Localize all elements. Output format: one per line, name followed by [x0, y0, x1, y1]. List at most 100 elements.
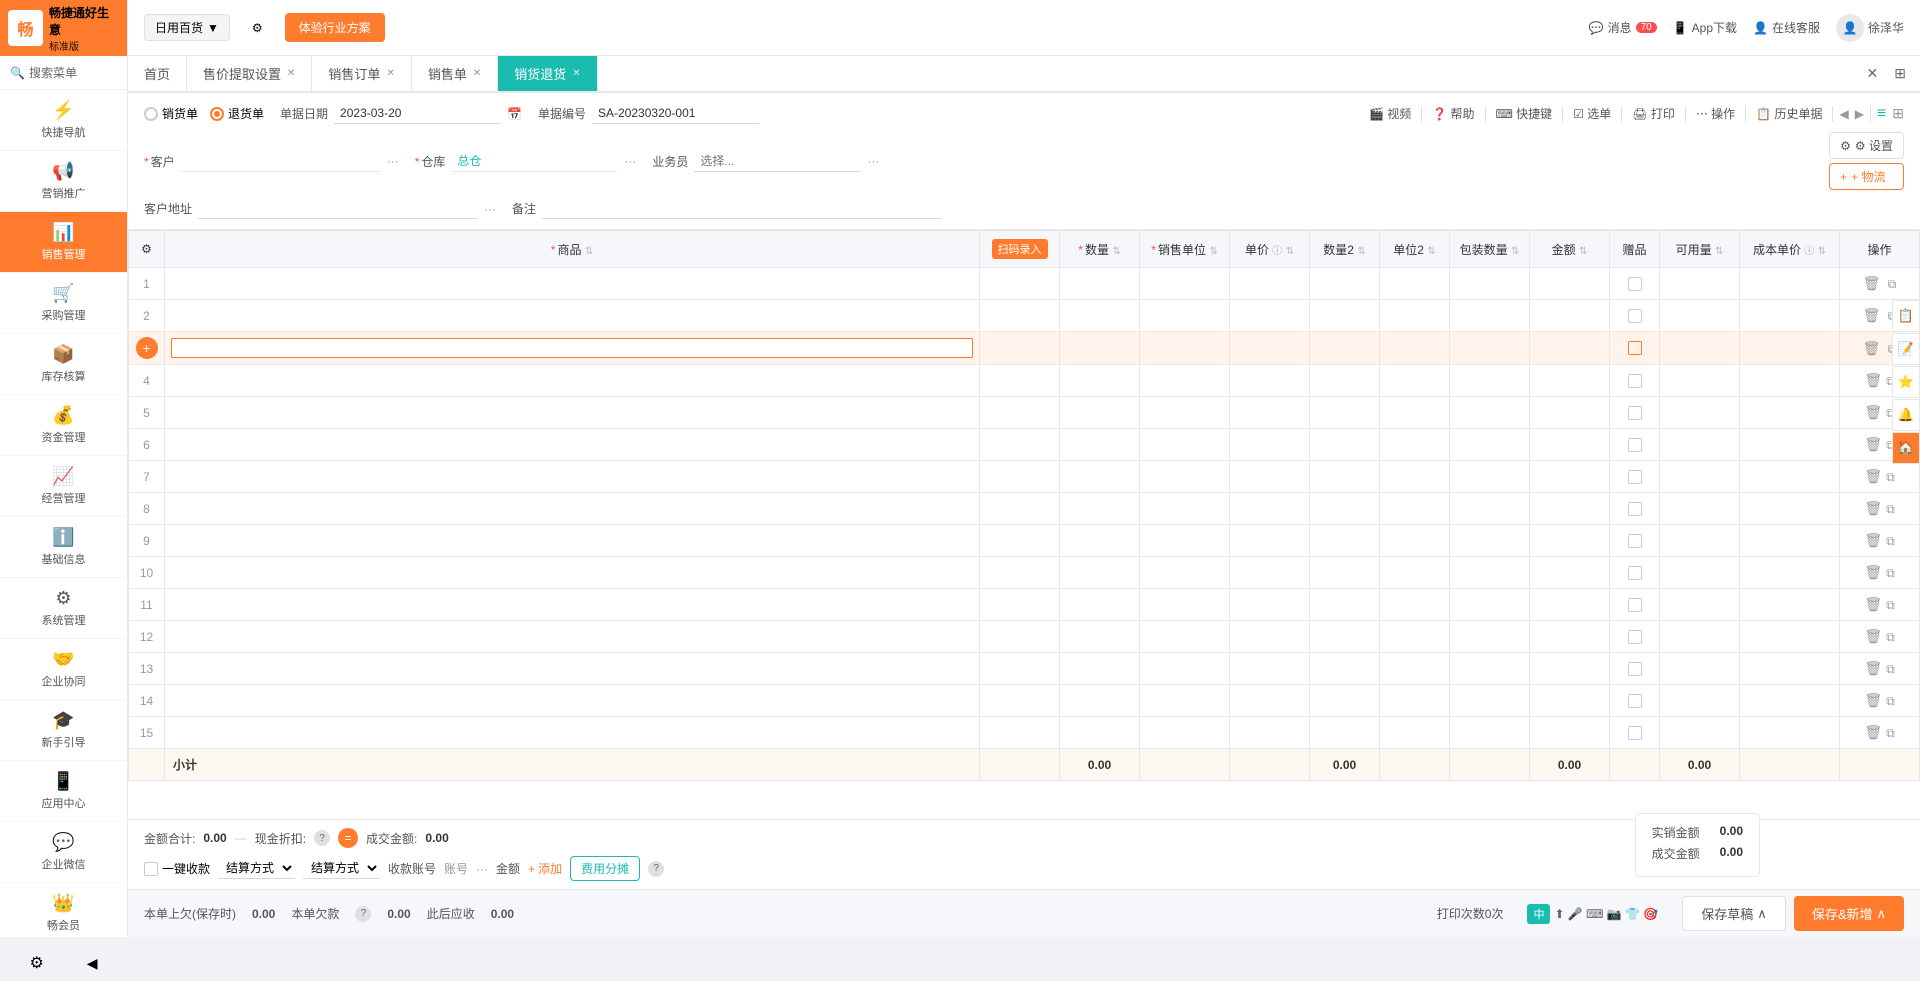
tab-maximize[interactable]: ⊞ — [1888, 61, 1912, 86]
th-settings[interactable]: ⚙ — [129, 231, 165, 268]
prev-record[interactable]: ◀ — [1839, 107, 1848, 121]
sidebar-item-inventory[interactable]: 📦 库存核算 — [0, 334, 127, 395]
sidebar-item-guide[interactable]: 🎓 新手引导 — [0, 700, 127, 761]
shortcut-btn[interactable]: ⌨ 快捷键 — [1492, 103, 1557, 124]
th-scan[interactable]: 扫码录入 — [980, 231, 1060, 268]
tab-close-all[interactable]: ✕ — [1861, 61, 1885, 86]
row-qty2-1[interactable] — [1310, 268, 1380, 300]
quick-tool-3[interactable]: ⭐ — [1892, 366, 1920, 398]
salesperson-input[interactable] — [694, 151, 861, 172]
grid-view-btn[interactable]: ⊞ — [1892, 105, 1904, 122]
save-draft-btn[interactable]: 保存草稿 ∧ — [1682, 896, 1786, 931]
select-btn[interactable]: ☑ 选单 — [1569, 103, 1615, 124]
tab-sales-slip[interactable]: 销售单 ✕ — [412, 56, 498, 91]
row-product-1[interactable] — [165, 268, 980, 300]
app-download-btn[interactable]: 📱 App下载 — [1673, 19, 1737, 36]
nav-selector[interactable]: 日用百货 ▼ — [144, 14, 230, 41]
address-input[interactable] — [198, 198, 478, 219]
tab-close-sales-slip[interactable]: ✕ — [473, 68, 481, 79]
one-click-collect-label[interactable]: 一键收款 — [144, 860, 210, 877]
delete-row-1[interactable]: 🗑 — [1861, 273, 1883, 294]
unit-sort[interactable]: ⇅ — [1209, 246, 1217, 257]
experience-btn[interactable]: 体验行业方案 — [285, 13, 385, 42]
scan-btn[interactable]: 扫码录入 — [992, 239, 1048, 259]
account-more-icon[interactable]: ··· — [476, 862, 488, 876]
online-service-btn[interactable]: 👤 在线客服 — [1753, 19, 1820, 36]
add-account-btn[interactable]: + 添加 — [528, 860, 562, 877]
cost-sort[interactable]: ⇅ — [1818, 246, 1826, 257]
remark-input[interactable] — [542, 198, 942, 219]
sidebar-item-purchase[interactable]: 🛒 采购管理 — [0, 273, 127, 334]
radio-return[interactable]: 退货单 — [210, 105, 264, 122]
sidebar-item-enterprise[interactable]: 🤝 企业协同 — [0, 639, 127, 700]
one-click-checkbox[interactable] — [144, 862, 158, 876]
qty-sort[interactable]: ⇅ — [1112, 246, 1120, 257]
salesperson-more-icon[interactable]: ··· — [867, 154, 879, 168]
tab-close-sales-order[interactable]: ✕ — [386, 68, 394, 79]
add-row-btn[interactable]: + — [136, 337, 158, 359]
print-btn[interactable]: 🖨 打印 — [1628, 103, 1679, 124]
pack-sort[interactable]: ⇅ — [1511, 246, 1519, 257]
debt-info-icon[interactable]: ? — [355, 906, 371, 922]
address-more-icon[interactable]: ··· — [484, 202, 496, 216]
tab-price-settings[interactable]: 售价提取设置 ✕ — [187, 56, 312, 91]
row-cost-price-1[interactable] — [1740, 268, 1840, 300]
unit2-sort[interactable]: ⇅ — [1427, 246, 1435, 257]
operation-btn[interactable]: ⋯ 操作 — [1692, 103, 1739, 124]
copy-row-1[interactable]: ⧉ — [1886, 275, 1899, 294]
tab-close-price[interactable]: ✕ — [287, 68, 295, 79]
row-price-1[interactable] — [1230, 268, 1310, 300]
delete-row-3[interactable]: 🗑 — [1861, 338, 1883, 359]
sidebar-item-finance[interactable]: 💰 资金管理 — [0, 395, 127, 456]
sidebar-item-basic-info[interactable]: ℹ️ 基础信息 — [0, 517, 127, 578]
history-btn[interactable]: 📋 历史单据 — [1752, 103, 1826, 124]
row-pack-1[interactable] — [1450, 268, 1530, 300]
settings-side-btn[interactable]: ⚙ ⚙ 设置 — [1829, 132, 1904, 159]
sidebar-item-wechat[interactable]: 💬 企业微信 — [0, 822, 127, 883]
sidebar-item-system[interactable]: ⚙ 系统管理 — [0, 578, 127, 639]
quick-tool-1[interactable]: 📋 — [1892, 300, 1920, 332]
quick-tool-2[interactable]: 📝 — [1892, 333, 1920, 365]
settlement-select[interactable]: 结算方式 — [218, 858, 295, 879]
tab-sales-order[interactable]: 销售订单 ✕ — [312, 56, 411, 91]
user-profile[interactable]: 👤 徐泽华 — [1836, 14, 1904, 42]
row-amount-1[interactable] — [1530, 268, 1610, 300]
sidebar-item-member[interactable]: 👑 畅会员 — [0, 883, 127, 944]
add-row-btn-cell[interactable]: + — [129, 332, 165, 365]
table-settings-icon[interactable]: ⚙ — [141, 242, 152, 256]
radio-sales[interactable]: 销货单 — [144, 105, 198, 122]
cash-discount-info[interactable]: ? — [314, 830, 330, 846]
sidebar-item-operations[interactable]: 📈 经营管理 — [0, 456, 127, 517]
product-input-3[interactable] — [171, 338, 973, 358]
qty2-sort[interactable]: ⇅ — [1357, 246, 1365, 257]
customer-input[interactable] — [181, 151, 381, 172]
row-qty-1[interactable] — [1060, 268, 1140, 300]
fee-split-btn[interactable]: 费用分摊 — [570, 856, 640, 881]
list-view-btn[interactable]: ≡ — [1877, 105, 1886, 123]
sidebar-search[interactable]: 🔍 搜索菜单 — [0, 56, 127, 90]
calendar-icon[interactable]: 📅 — [507, 107, 522, 121]
next-record[interactable]: ▶ — [1855, 107, 1864, 121]
sidebar-item-marketing[interactable]: 📢 营销推广 — [0, 151, 127, 212]
price-sort[interactable]: ⇅ — [1286, 246, 1294, 257]
amount-sort[interactable]: ⇅ — [1579, 246, 1587, 257]
sidebar-collapse-btn[interactable]: ◀ — [87, 955, 98, 972]
quick-tool-5[interactable]: 🏠 — [1892, 432, 1920, 464]
warehouse-input[interactable] — [451, 151, 618, 172]
save-new-btn[interactable]: 保存&新增 ∧ — [1794, 896, 1904, 931]
help-btn[interactable]: ❓ 帮助 — [1428, 103, 1478, 124]
tab-close-sales-return[interactable]: ✕ — [572, 68, 580, 79]
date-input[interactable] — [334, 103, 501, 124]
doc-no-input[interactable] — [592, 103, 759, 124]
print-btn-bar[interactable]: 中 — [1527, 904, 1550, 924]
fee-info-icon[interactable]: ? — [648, 861, 664, 877]
sidebar-item-quick-nav[interactable]: ⚡ 快捷导航 — [0, 90, 127, 151]
sidebar-settings-btn[interactable]: ⚙ — [29, 953, 43, 973]
product-sort[interactable]: ⇅ — [585, 246, 593, 257]
tab-home[interactable]: 首页 — [128, 56, 187, 91]
row-unit-1[interactable] — [1140, 268, 1230, 300]
customer-more-icon[interactable]: ··· — [387, 154, 399, 168]
video-btn[interactable]: 🎬 视频 — [1365, 103, 1415, 124]
row-product-2[interactable] — [165, 300, 980, 332]
settings-icon[interactable]: ⚙ — [242, 17, 273, 39]
